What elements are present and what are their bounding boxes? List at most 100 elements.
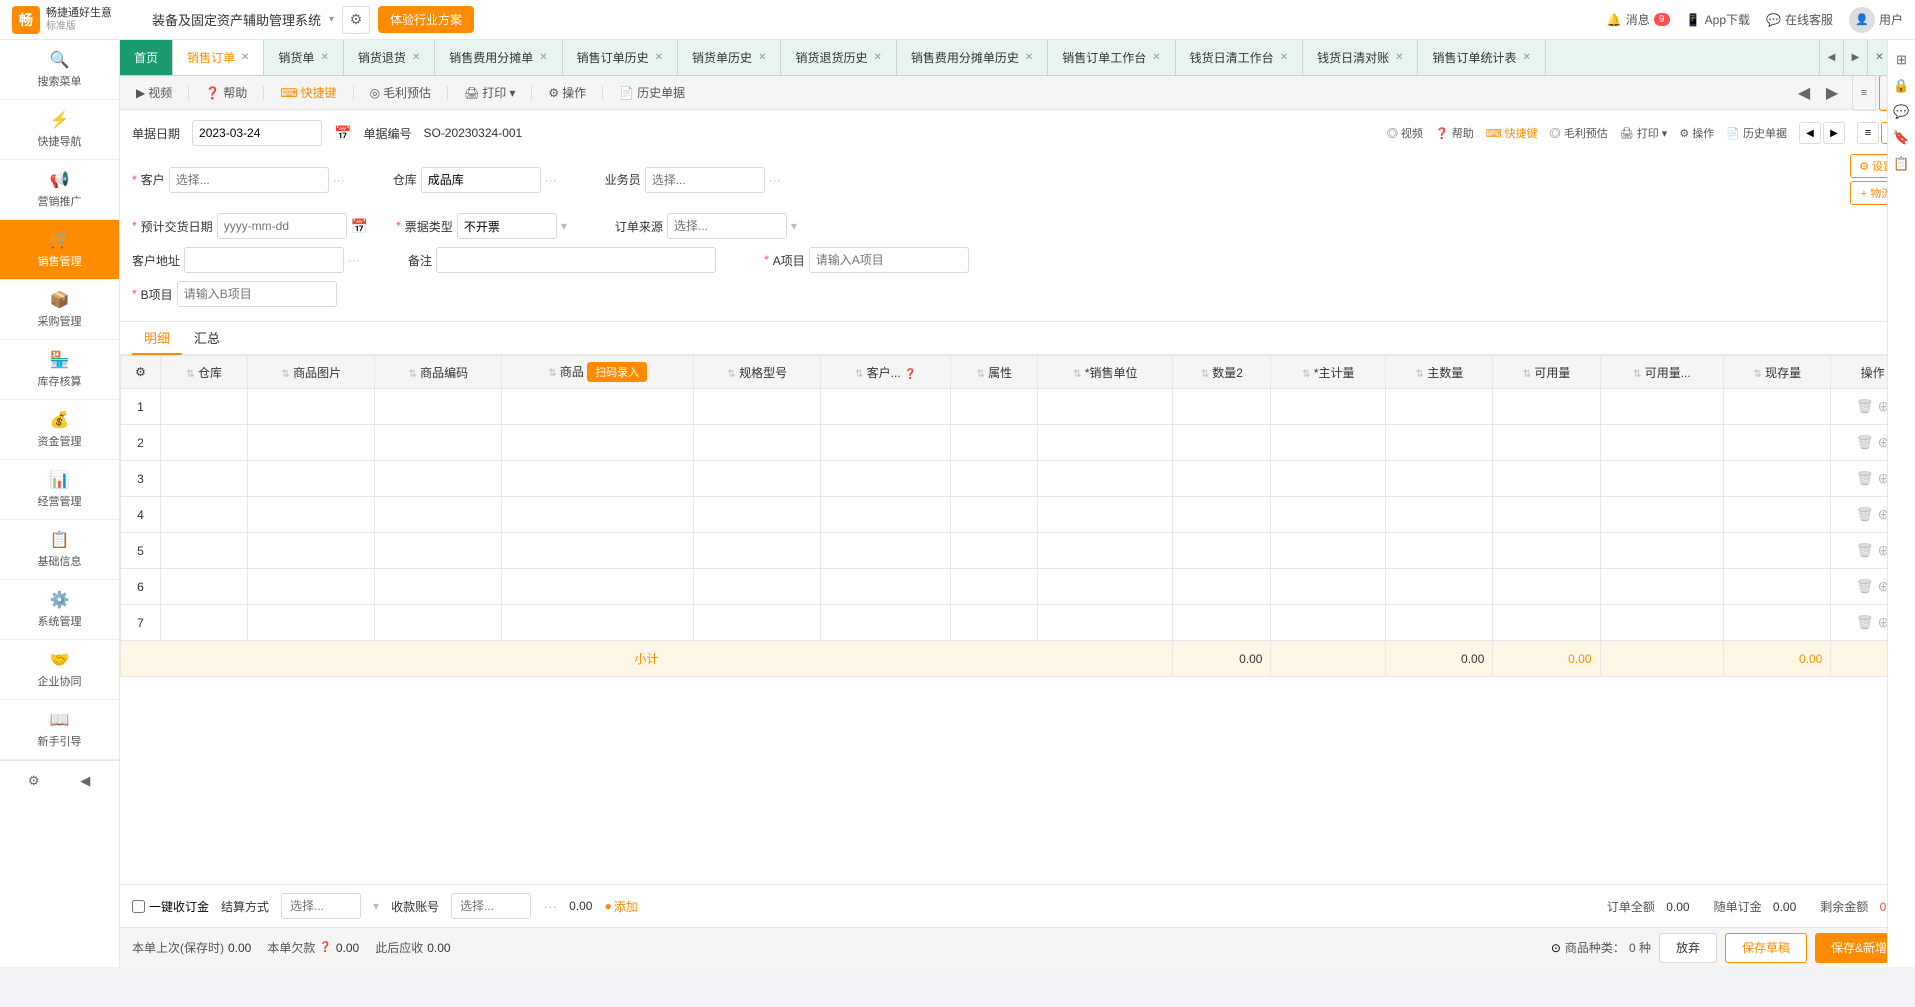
cell-image-3[interactable] (248, 461, 375, 497)
float-btn-4[interactable]: 🔖 (1890, 126, 1914, 150)
cell-stock-7[interactable] (1724, 605, 1831, 641)
help-btn-rebuilt[interactable]: ❓ 帮助 (1435, 125, 1474, 141)
cell-warehouse-1[interactable] (161, 389, 248, 425)
cell-product-6[interactable] (502, 569, 694, 605)
addr-more[interactable]: ··· (348, 253, 360, 267)
cell-mainqty-5[interactable] (1386, 533, 1493, 569)
scan-btn[interactable]: 扫码录入 (587, 362, 647, 382)
tab-close-sales-expense[interactable]: ✕ (539, 52, 547, 63)
tab-close-sales-order[interactable]: ✕ (241, 52, 249, 63)
add-btn[interactable]: ● 添加 (604, 898, 637, 915)
online-service[interactable]: 💬 在线客服 (1766, 11, 1833, 28)
cell-avail2-3[interactable] (1600, 461, 1724, 497)
profit-btn-rebuilt[interactable]: ◎ 毛利预估 (1550, 125, 1608, 141)
cell-qty2-3[interactable] (1173, 461, 1271, 497)
cell-qty2-7[interactable] (1173, 605, 1271, 641)
cell-qty2-5[interactable] (1173, 533, 1271, 569)
cell-attr-5[interactable] (951, 533, 1038, 569)
cell-avail2-4[interactable] (1600, 497, 1724, 533)
save-draft-btn[interactable]: 保存草稿 (1725, 933, 1807, 963)
float-btn-2[interactable]: 🔒 (1890, 74, 1914, 98)
cell-stock-6[interactable] (1724, 569, 1831, 605)
cell-custref-5[interactable] (821, 533, 951, 569)
cell-avail2-5[interactable] (1600, 533, 1724, 569)
tab-invoice-history[interactable]: 销货单历史 ✕ (678, 40, 781, 76)
list-view-rebuilt[interactable]: ≡ (1857, 122, 1879, 144)
tab-sales-stats[interactable]: 销售订单统计表 ✕ (1418, 40, 1545, 76)
user-area[interactable]: 👤 用户 (1849, 7, 1903, 33)
cell-attr-1[interactable] (951, 389, 1038, 425)
float-btn-3[interactable]: 💬 (1890, 100, 1914, 124)
warehouse-input-rebuilt[interactable] (421, 167, 541, 193)
cell-warehouse-6[interactable] (161, 569, 248, 605)
cell-qty2-2[interactable] (1173, 425, 1271, 461)
toolbar-nav-next[interactable]: ▶ (1820, 76, 1844, 111)
gear-button[interactable]: ⚙ (342, 6, 370, 34)
system-dropdown-arrow[interactable]: ▾ (329, 14, 334, 25)
payment-input[interactable] (281, 893, 361, 919)
cell-product-4[interactable] (502, 497, 694, 533)
cell-mainunit-4[interactable] (1271, 497, 1386, 533)
cell-stock-5[interactable] (1724, 533, 1831, 569)
cell-attr-7[interactable] (951, 605, 1038, 641)
cell-stock-2[interactable] (1724, 425, 1831, 461)
history-btn[interactable]: 📄 历史单据 (615, 82, 689, 103)
cell-attr-2[interactable] (951, 425, 1038, 461)
delete-icon-5[interactable]: 🗑 (1856, 542, 1874, 559)
account-more-icon[interactable]: ··· (543, 898, 557, 914)
aproj-input-rebuilt[interactable] (809, 247, 969, 273)
bproj-input-rebuilt[interactable] (177, 281, 337, 307)
cell-custref-1[interactable] (821, 389, 951, 425)
cell-spec-3[interactable] (694, 461, 821, 497)
tab-sales-return[interactable]: 销货退货 ✕ (344, 40, 435, 76)
tab-close-expense-history[interactable]: ✕ (1025, 52, 1033, 63)
cell-mainunit-5[interactable] (1271, 533, 1386, 569)
tab-home[interactable]: 首页 (120, 40, 173, 76)
cell-product-1[interactable] (502, 389, 694, 425)
cell-mainunit-7[interactable] (1271, 605, 1386, 641)
date-input-rebuilt[interactable] (192, 120, 322, 146)
cell-spec-1[interactable] (694, 389, 821, 425)
cell-mainunit-1[interactable] (1271, 389, 1386, 425)
cell-unit-5[interactable] (1038, 533, 1173, 569)
shortcut-btn[interactable]: ⌨ 快捷键 (276, 82, 340, 103)
delivery-cal[interactable]: 📅 (351, 218, 368, 235)
cell-mainunit-6[interactable] (1271, 569, 1386, 605)
cell-image-6[interactable] (248, 569, 375, 605)
sidebar-item-finance[interactable]: 💰 资金管理 (0, 400, 119, 460)
tab-sales-expense[interactable]: 销售费用分摊单 ✕ (435, 40, 562, 76)
cell-unit-3[interactable] (1038, 461, 1173, 497)
tab-close-sales-return[interactable]: ✕ (412, 52, 420, 63)
nav-prev-rebuilt[interactable]: ◀ (1799, 122, 1821, 144)
cell-code-7[interactable] (375, 605, 502, 641)
cell-code-5[interactable] (375, 533, 502, 569)
tab-close-return-history[interactable]: ✕ (873, 52, 881, 63)
tab-close-cash-reconcile[interactable]: ✕ (1395, 52, 1403, 63)
cell-product-7[interactable] (502, 605, 694, 641)
cell-mainqty-7[interactable] (1386, 605, 1493, 641)
cell-image-7[interactable] (248, 605, 375, 641)
sidebar-item-basic[interactable]: 📋 基础信息 (0, 520, 119, 580)
cell-mainqty-2[interactable] (1386, 425, 1493, 461)
cell-avail-1[interactable] (1493, 389, 1600, 425)
delete-icon-7[interactable]: 🗑 (1856, 614, 1874, 631)
cell-stock-3[interactable] (1724, 461, 1831, 497)
cell-avail-3[interactable] (1493, 461, 1600, 497)
cell-product-5[interactable] (502, 533, 694, 569)
cell-mainunit-2[interactable] (1271, 425, 1386, 461)
tab-detail[interactable]: 明细 (132, 322, 182, 355)
cell-avail2-1[interactable] (1600, 389, 1724, 425)
op-btn-rebuilt[interactable]: ⚙ 操作 (1679, 125, 1714, 141)
app-download[interactable]: 📱 App下载 (1686, 11, 1750, 28)
sidebar-item-management[interactable]: 📊 经营管理 (0, 460, 119, 520)
cell-spec-5[interactable] (694, 533, 821, 569)
tab-sales-order[interactable]: 销售订单 ✕ (173, 40, 264, 76)
cell-qty2-1[interactable] (1173, 389, 1271, 425)
tab-close-sales-stats[interactable]: ✕ (1523, 52, 1531, 63)
delete-icon-3[interactable]: 🗑 (1856, 470, 1874, 487)
cell-attr-3[interactable] (951, 461, 1038, 497)
sidebar-item-cooperation[interactable]: 🤝 企业协同 (0, 640, 119, 700)
tab-prev-btn[interactable]: ◀ (1819, 40, 1843, 76)
cell-avail2-6[interactable] (1600, 569, 1724, 605)
settings-footer-icon[interactable]: ⚙ (22, 769, 46, 793)
